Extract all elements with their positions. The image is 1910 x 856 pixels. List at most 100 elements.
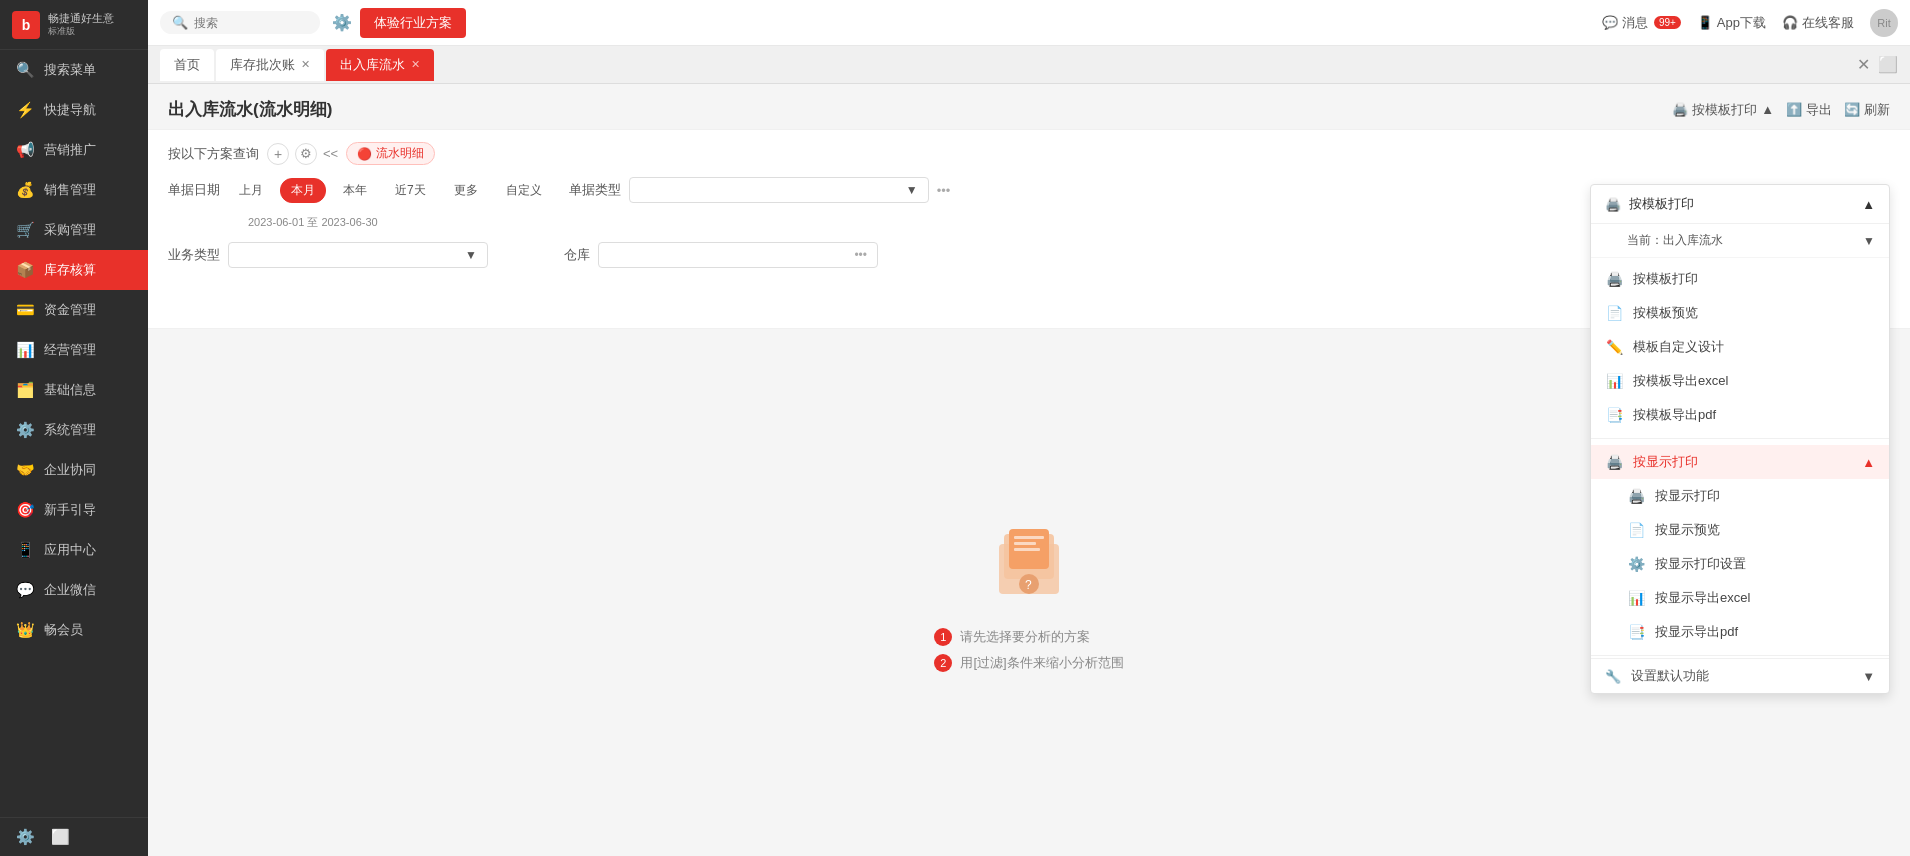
dropdown-item-template-custom[interactable]: ✏️ 模板自定义设计: [1591, 330, 1889, 364]
warehouse-select[interactable]: •••: [598, 242, 878, 268]
step-num-1: 1: [934, 628, 952, 646]
tab-batch[interactable]: 库存批次账 ✕: [216, 49, 324, 81]
business-type-select[interactable]: ▼: [228, 242, 488, 268]
sidebar-item-basic[interactable]: 🗂️基础信息: [0, 370, 148, 410]
topbar-search-box[interactable]: 🔍: [160, 11, 320, 34]
dropdown-footer[interactable]: 🔧 设置默认功能 ▼: [1591, 658, 1889, 693]
date-btn-this-month[interactable]: 本月: [280, 178, 326, 203]
app-download-item[interactable]: 📱 App下载: [1697, 14, 1766, 32]
sidebar-item-member[interactable]: 👑畅会员: [0, 610, 148, 650]
sidebar-item-purchase[interactable]: 🛒采购管理: [0, 210, 148, 250]
date-btn-7days[interactable]: 近7天: [384, 178, 437, 203]
page-title: 出入库流水(流水明细): [168, 98, 332, 121]
search-icon: 🔍: [16, 61, 34, 79]
search-input[interactable]: [194, 16, 304, 30]
tab-maximize-icon[interactable]: ⬜: [1878, 55, 1898, 74]
refresh-icon: 🔄: [1844, 102, 1860, 117]
sidebar-item-label: 快捷导航: [44, 101, 96, 119]
shortcut-icon: ⚡: [16, 101, 34, 119]
step-1-text: 请先选择要分析的方案: [960, 628, 1090, 646]
app-download-label: App下载: [1717, 14, 1766, 32]
pdf-icon-1: 📑: [1605, 407, 1623, 423]
tab-flow[interactable]: 出入库流水 ✕: [326, 49, 434, 81]
dropdown-divider-1: [1591, 438, 1889, 439]
date-btn-custom[interactable]: 自定义: [495, 178, 553, 203]
trial-btn[interactable]: 体验行业方案: [360, 8, 466, 38]
date-btn-this-year[interactable]: 本年: [332, 178, 378, 203]
search-icon: 🔍: [172, 15, 188, 30]
tab-home[interactable]: 首页: [160, 49, 214, 81]
logo-text-block: 畅捷通好生意 标准版: [48, 11, 114, 38]
sidebar-bottom: ⚙️ ⬜: [0, 817, 148, 856]
operation-icon: 📊: [16, 341, 34, 359]
step-num-2: 2: [934, 654, 952, 672]
dropdown-item-display-print-settings-label: 按显示打印设置: [1655, 555, 1746, 573]
step-2-text: 用[过滤]条件来缩小分析范围: [960, 654, 1123, 672]
dropdown-item-display-preview[interactable]: 📄 按显示预览: [1591, 513, 1889, 547]
date-btn-last-month[interactable]: 上月: [228, 178, 274, 203]
date-field-label: 单据日期: [168, 181, 220, 199]
tab-flow-close[interactable]: ✕: [411, 58, 420, 71]
sidebar-item-appcenter[interactable]: 📱应用中心: [0, 530, 148, 570]
sidebar-item-search[interactable]: 🔍搜索菜单: [0, 50, 148, 90]
dropdown-item-display-excel[interactable]: 📊 按显示导出excel: [1591, 581, 1889, 615]
refresh-btn[interactable]: 🔄 刷新: [1844, 101, 1890, 119]
date-btn-more[interactable]: 更多: [443, 178, 489, 203]
sidebar-item-marketing[interactable]: 📢营销推广: [0, 130, 148, 170]
voucher-type-more-icon[interactable]: •••: [937, 183, 951, 198]
dropdown-chevron-icon[interactable]: ▲: [1862, 197, 1875, 212]
refresh-label: 刷新: [1864, 101, 1890, 119]
sidebar-item-sales[interactable]: 💰销售管理: [0, 170, 148, 210]
sidebar-item-finance[interactable]: 💳资金管理: [0, 290, 148, 330]
pdf-sub-icon: 📑: [1627, 624, 1645, 640]
dropdown-item-template-preview[interactable]: 📄 按模板预览: [1591, 296, 1889, 330]
filter-add-btn[interactable]: +: [267, 143, 289, 165]
expand-icon[interactable]: ⬜: [51, 828, 70, 846]
sidebar-item-operation[interactable]: 📊经营管理: [0, 330, 148, 370]
filter-actions: + ⚙ <<: [267, 143, 338, 165]
sidebar-item-wechat[interactable]: 💬企业微信: [0, 570, 148, 610]
dropdown-item-display-print-settings[interactable]: ⚙️ 按显示打印设置: [1591, 547, 1889, 581]
print-template-btn[interactable]: 🖨️ 按模板打印 ▲: [1672, 101, 1774, 119]
printer-highlight-icon: 🖨️: [1605, 454, 1623, 470]
dropdown-item-display-preview-label: 按显示预览: [1655, 521, 1720, 539]
topbar-gear-icon[interactable]: ⚙️: [332, 13, 352, 32]
customer-service-label: 在线客服: [1802, 14, 1854, 32]
filter-settings-btn[interactable]: ⚙: [295, 143, 317, 165]
message-item[interactable]: 💬 消息 99+: [1602, 14, 1681, 32]
inventory-icon: 📦: [16, 261, 34, 279]
sidebar-item-newguide[interactable]: 🎯新手引导: [0, 490, 148, 530]
dropdown-item-template-pdf[interactable]: 📑 按模板导出pdf: [1591, 398, 1889, 432]
sidebar-item-shortcut[interactable]: ⚡ 快捷导航: [0, 90, 148, 130]
empty-steps: 1 请先选择要分析的方案 2 用[过滤]条件来缩小分析范围: [934, 628, 1123, 672]
date-filters: 上月 本月 本年 近7天 更多 自定义: [228, 178, 553, 203]
export-btn[interactable]: ⬆️ 导出: [1786, 101, 1832, 119]
user-name: Rit: [1877, 17, 1890, 29]
settings-icon[interactable]: ⚙️: [16, 828, 35, 846]
svg-rect-4: [1014, 542, 1036, 545]
sidebar: b 畅捷通好生意 标准版 🔍搜索菜单⚡快捷导航📢营销推广💰销售管理🛒采购管理📦库…: [0, 0, 148, 856]
sidebar-item-collab[interactable]: 🤝企业协同: [0, 450, 148, 490]
voucher-type-select[interactable]: ▼: [629, 177, 929, 203]
dropdown-item-display-print[interactable]: 🖨️ 按显示打印: [1591, 479, 1889, 513]
user-avatar-item[interactable]: Rit: [1870, 9, 1898, 37]
message-badge: 99+: [1654, 16, 1681, 29]
sidebar-item-system[interactable]: ⚙️系统管理: [0, 410, 148, 450]
dropdown-item-display-pdf[interactable]: 📑 按显示导出pdf: [1591, 615, 1889, 649]
sidebar-item-inventory[interactable]: 📦库存核算: [0, 250, 148, 290]
filter-collapse-btn[interactable]: <<: [323, 146, 338, 161]
tab-batch-close[interactable]: ✕: [301, 58, 310, 71]
dropdown-item-template-print-label: 按模板打印: [1633, 270, 1698, 288]
preview-sub-icon: 📄: [1627, 522, 1645, 538]
dropdown-item-display-print-group[interactable]: 🖨️ 按显示打印 ▲: [1591, 445, 1889, 479]
filter-label: 按以下方案查询: [168, 145, 259, 163]
dropdown-item-template-print[interactable]: 🖨️ 按模板打印: [1591, 262, 1889, 296]
business-type-label: 业务类型: [168, 246, 220, 264]
dropdown-item-template-excel[interactable]: 📊 按模板导出excel: [1591, 364, 1889, 398]
tab-minimize-icon[interactable]: ✕: [1857, 55, 1870, 74]
customer-service-item[interactable]: 🎧 在线客服: [1782, 14, 1854, 32]
excel-sub-icon: 📊: [1627, 590, 1645, 606]
system-icon: ⚙️: [16, 421, 34, 439]
sidebar-item-label: 企业微信: [44, 581, 96, 599]
dropdown-item-display-pdf-label: 按显示导出pdf: [1655, 623, 1738, 641]
